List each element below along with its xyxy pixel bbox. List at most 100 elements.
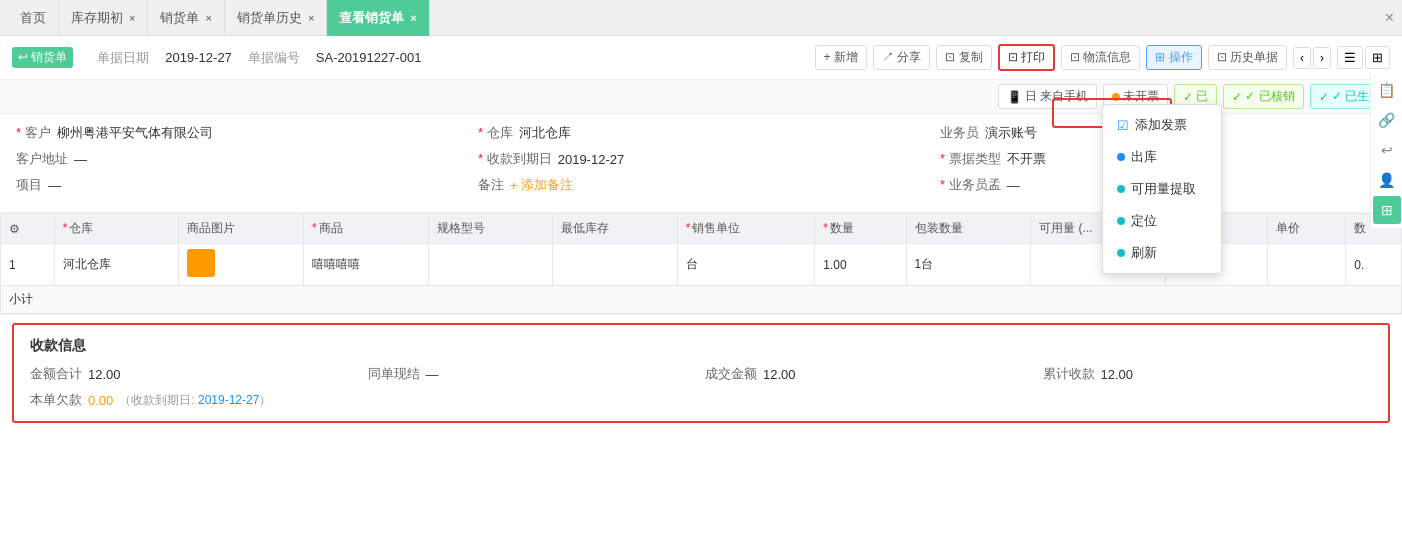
payment-item-4: 累计收款 12.00 bbox=[1043, 365, 1373, 383]
sold-label: ✓ 已核销 bbox=[1245, 88, 1294, 105]
cell-seq: 1 bbox=[1, 244, 55, 286]
main-content: 📋 🔗 ↩ 👤 ⊞ ↩ 销货单 单据日期 2019-12-27 单据编号 SA-… bbox=[0, 36, 1402, 533]
check-icon: ✓ bbox=[1183, 90, 1193, 104]
payment-grid: 金额合计 12.00 同单现结 — 成交金额 12.00 累计收款 12.00 … bbox=[30, 365, 1372, 409]
tab-inventory-close[interactable]: × bbox=[129, 12, 135, 24]
sold-button[interactable]: ✓ ✓ 已核销 bbox=[1223, 84, 1303, 109]
tab-view-sales-close[interactable]: × bbox=[410, 12, 416, 24]
doc-number-label: 单据编号 bbox=[248, 49, 300, 67]
col-sales-unit: *销售单位 bbox=[677, 214, 814, 244]
cell-min-stock bbox=[553, 244, 678, 286]
payment-title: 收款信息 bbox=[30, 337, 1372, 355]
tab-inventory[interactable]: 库存期初 × bbox=[59, 0, 148, 36]
customer-value: 柳州粤港平安气体有限公司 bbox=[57, 124, 213, 142]
due-date-field: * 收款到期日 2019-12-27 bbox=[478, 150, 924, 168]
sidebar-icon-2[interactable]: 🔗 bbox=[1373, 106, 1401, 134]
dropdown-menu: ☑ 添加发票 出库 可用量提取 定位 刷新 bbox=[1102, 104, 1222, 274]
payment-value-3: 12.00 bbox=[763, 367, 796, 382]
tab-sales-history-label: 销货单历史 bbox=[237, 9, 302, 27]
doc-title-area: ↩ 销货单 单据日期 2019-12-27 单据编号 SA-20191227-0… bbox=[12, 47, 815, 68]
address-field: 客户地址 — bbox=[16, 150, 462, 168]
col-settings: ⚙ bbox=[1, 214, 55, 244]
grid-view-button[interactable]: ⊞ bbox=[1365, 46, 1390, 69]
tab-view-sales[interactable]: 查看销货单 × bbox=[327, 0, 429, 36]
sidebar-icon-5[interactable]: ⊞ bbox=[1373, 196, 1401, 224]
history-button[interactable]: ⊡ 历史单据 bbox=[1208, 45, 1287, 70]
list-view-button[interactable]: ☰ bbox=[1337, 46, 1363, 69]
doc-meta: 单据日期 2019-12-27 单据编号 SA-20191227-001 bbox=[97, 49, 421, 67]
doc-date-value: 2019-12-27 bbox=[165, 50, 232, 65]
tab-sales-close[interactable]: × bbox=[205, 12, 211, 24]
payment-label-5: 本单欠款 bbox=[30, 391, 82, 409]
from-phone-button[interactable]: 📱 日 来自手机 bbox=[998, 84, 1097, 109]
view-icons: ☰ ⊞ bbox=[1337, 46, 1390, 69]
subtotal-label: 小计 bbox=[1, 286, 1402, 314]
new-button[interactable]: + 新增 bbox=[815, 45, 867, 70]
warehouse-label: * 仓库 bbox=[478, 124, 513, 142]
payment-label-2: 同单现结 bbox=[368, 365, 420, 383]
payment-value-4: 12.00 bbox=[1101, 367, 1134, 382]
customer-label: * 客户 bbox=[16, 124, 51, 142]
tab-view-sales-label: 查看销货单 bbox=[339, 9, 404, 27]
sidebar-icon-3[interactable]: ↩ bbox=[1373, 136, 1401, 164]
sidebar-icon-1[interactable]: 📋 bbox=[1373, 76, 1401, 104]
ticket-type-value: 不开票 bbox=[1007, 150, 1046, 168]
payment-label-4: 累计收款 bbox=[1043, 365, 1095, 383]
note-field: 备注 + 添加备注 bbox=[478, 176, 924, 194]
tab-home-label: 首页 bbox=[20, 9, 46, 27]
print-button[interactable]: ⊡ 打印 bbox=[998, 44, 1055, 71]
cell-amount: 0. bbox=[1346, 244, 1402, 286]
share-button[interactable]: ↗ 分享 bbox=[873, 45, 930, 70]
payment-item-3: 成交金额 12.00 bbox=[705, 365, 1035, 383]
add-note-icon: + bbox=[510, 178, 518, 193]
tab-sales[interactable]: 销货单 × bbox=[148, 0, 224, 36]
dropdown-available-qty[interactable]: 可用量提取 bbox=[1103, 173, 1221, 205]
dropdown-add-invoice[interactable]: ☑ 添加发票 bbox=[1103, 109, 1221, 141]
cell-spec bbox=[428, 244, 553, 286]
staff-value: 演示账号 bbox=[985, 124, 1037, 142]
dropdown-locate[interactable]: 定位 bbox=[1103, 205, 1221, 237]
payment-label-3: 成交金额 bbox=[705, 365, 757, 383]
tab-sales-history-close[interactable]: × bbox=[308, 12, 314, 24]
project-field: 项目 — bbox=[16, 176, 462, 194]
payment-value-1: 12.00 bbox=[88, 367, 121, 382]
payment-item-5: 本单欠款 0.00 （收款到期日: 2019-12-27） bbox=[30, 391, 360, 409]
locate-label: 定位 bbox=[1131, 212, 1157, 230]
payment-section: 收款信息 金额合计 12.00 同单现结 — 成交金额 12.00 累计收款 1… bbox=[12, 323, 1390, 423]
next-button[interactable]: › bbox=[1313, 47, 1331, 69]
col-warehouse: *仓库 bbox=[54, 214, 179, 244]
col-package-qty: 包装数量 bbox=[906, 214, 1031, 244]
doc-date-label: 单据日期 bbox=[97, 49, 149, 67]
operation-button[interactable]: ⊞ 操作 bbox=[1146, 45, 1201, 70]
due-date-label: * 收款到期日 bbox=[478, 150, 552, 168]
salesperson-label: * 业务员孟 bbox=[940, 176, 1001, 194]
cell-product-img bbox=[179, 244, 304, 286]
col-product: *商品 bbox=[303, 214, 428, 244]
dropdown-refresh[interactable]: 刷新 bbox=[1103, 237, 1221, 269]
locate-dot-icon bbox=[1117, 217, 1125, 225]
nav-arrows: ‹ › bbox=[1293, 47, 1331, 69]
refresh-label: 刷新 bbox=[1131, 244, 1157, 262]
refresh-dot-icon bbox=[1117, 249, 1125, 257]
add-note-button[interactable]: + 添加备注 bbox=[510, 176, 573, 194]
copy-button[interactable]: ⊡ 复制 bbox=[936, 45, 991, 70]
warehouse-field: * 仓库 河北仓库 bbox=[478, 124, 924, 142]
from-phone-label: 日 来自手机 bbox=[1025, 88, 1088, 105]
payment-label-1: 金额合计 bbox=[30, 365, 82, 383]
tab-sales-history[interactable]: 销货单历史 × bbox=[225, 0, 327, 36]
dropdown-outbound[interactable]: 出库 bbox=[1103, 141, 1221, 173]
payment-value-5: 0.00 bbox=[88, 393, 113, 408]
logistics-button[interactable]: ⊡ 物流信息 bbox=[1061, 45, 1140, 70]
prev-button[interactable]: ‹ bbox=[1293, 47, 1311, 69]
outbound-label: 出库 bbox=[1131, 148, 1157, 166]
close-page-button[interactable]: × bbox=[1385, 9, 1394, 27]
due-date-link[interactable]: 2019-12-27 bbox=[198, 393, 259, 407]
sidebar-icon-4[interactable]: 👤 bbox=[1373, 166, 1401, 194]
col-min-stock: 最低库存 bbox=[553, 214, 678, 244]
cell-quantity: 1.00 bbox=[815, 244, 906, 286]
available-qty-label: 可用量提取 bbox=[1131, 180, 1196, 198]
cell-unit-price bbox=[1267, 244, 1346, 286]
tab-home[interactable]: 首页 bbox=[8, 0, 59, 36]
payment-value-2: — bbox=[426, 367, 439, 382]
add-invoice-label: 添加发票 bbox=[1135, 116, 1187, 134]
